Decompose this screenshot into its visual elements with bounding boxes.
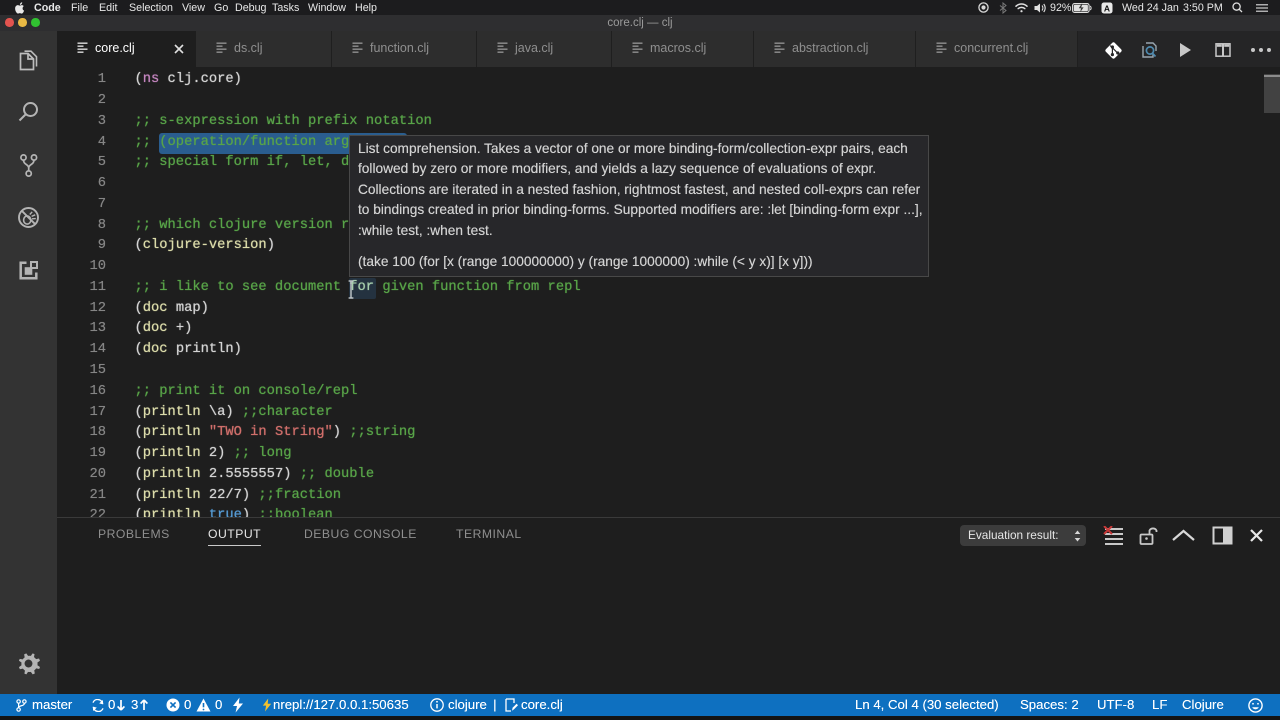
- svg-text:A: A: [1104, 3, 1110, 13]
